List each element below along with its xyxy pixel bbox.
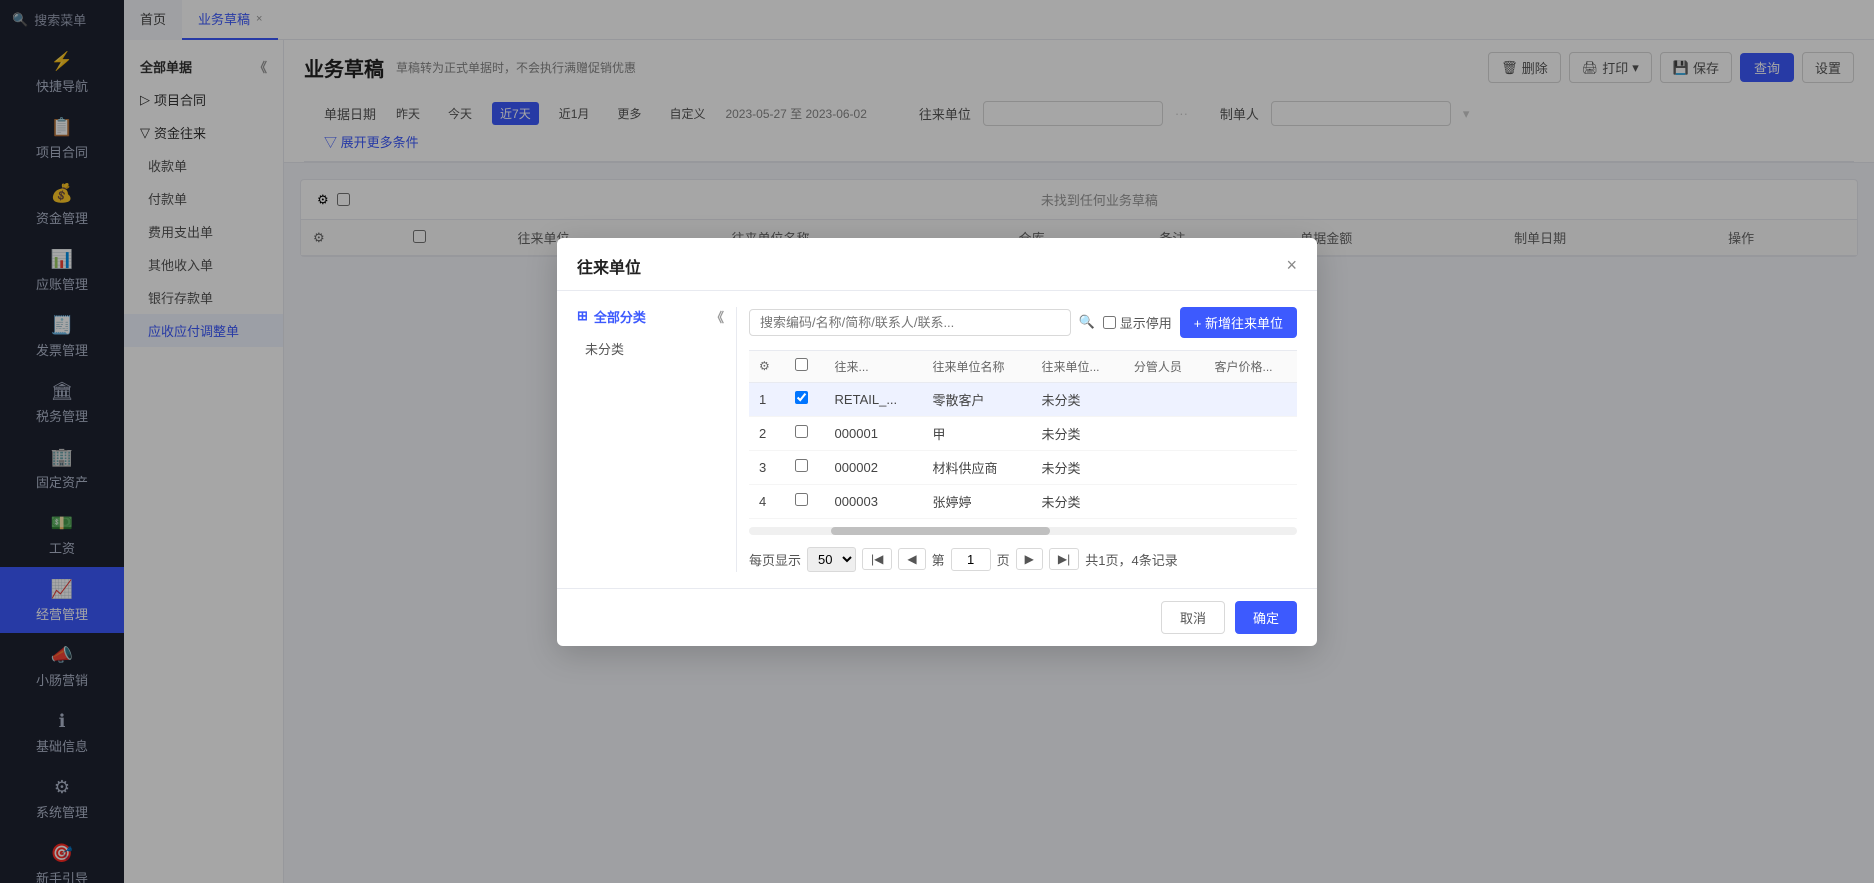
category-title-label: 全部分类 (594, 307, 646, 326)
dialog-body: ⊞ 全部分类 《 未分类 🔍 显示停用 (557, 291, 1317, 588)
row-code: RETAIL_... (825, 382, 923, 416)
th-name: 往来单位名称 (922, 350, 1031, 382)
row-checkbox[interactable] (785, 484, 824, 518)
confirm-button[interactable]: 确定 (1235, 601, 1297, 634)
row-name: 零散客户 (922, 382, 1031, 416)
row-code: 000003 (825, 484, 923, 518)
row-price (1205, 382, 1297, 416)
row-code: 000002 (825, 450, 923, 484)
scrollbar-thumb[interactable] (831, 527, 1050, 535)
table-row[interactable]: 2 000001 甲 未分类 (749, 416, 1297, 450)
th-code: 往来... (825, 350, 923, 382)
show-disabled-label[interactable]: 显示停用 (1103, 313, 1172, 332)
next-page-button[interactable]: ▶ (1016, 548, 1043, 570)
partner-dialog: 往来单位 × ⊞ 全部分类 《 未分类 🔍 (557, 238, 1317, 646)
table-row[interactable]: 1 RETAIL_... 零散客户 未分类 (749, 382, 1297, 416)
dialog-content: ⊞ 全部分类 《 未分类 🔍 显示停用 (577, 307, 1297, 572)
per-page-select[interactable]: 50 (807, 547, 856, 572)
row-manager (1124, 484, 1205, 518)
collapse-cat-icon[interactable]: 《 (711, 307, 724, 326)
th-category: 往来单位... (1031, 350, 1123, 382)
row-name: 甲 (922, 416, 1031, 450)
row-num: 4 (749, 484, 785, 518)
row-manager (1124, 382, 1205, 416)
row-manager (1124, 416, 1205, 450)
th-checkbox (785, 350, 824, 382)
partner-header-checkbox[interactable] (795, 358, 808, 371)
th-manager: 分管人员 (1124, 350, 1205, 382)
partner-table-header: ⚙ 往来... 往来单位名称 往来单位... 分管人员 客户价格... (749, 350, 1297, 382)
row-num: 3 (749, 450, 785, 484)
row-num: 1 (749, 382, 785, 416)
row-price (1205, 484, 1297, 518)
prev-page-button[interactable]: ◀ (898, 548, 925, 570)
add-btn-label: + 新增往来单位 (1194, 313, 1283, 332)
row-checkbox[interactable] (785, 450, 824, 484)
cat-label: 未分类 (585, 342, 624, 357)
table-row[interactable]: 4 000003 张婷婷 未分类 (749, 484, 1297, 518)
page-input[interactable] (951, 548, 991, 571)
category-item-unclassified[interactable]: 未分类 (577, 334, 724, 363)
row-manager (1124, 450, 1205, 484)
jump-page-label: 第 (932, 550, 945, 569)
search-bar: 🔍 显示停用 + 新增往来单位 (749, 307, 1297, 338)
add-partner-button[interactable]: + 新增往来单位 (1180, 307, 1297, 338)
row-category: 未分类 (1031, 382, 1123, 416)
row-price (1205, 450, 1297, 484)
dialog-header: 往来单位 × (557, 238, 1317, 291)
total-label: 共1页，4条记录 (1085, 550, 1177, 569)
category-title: ⊞ 全部分类 《 (577, 307, 724, 326)
search-icon[interactable]: 🔍 (1079, 314, 1095, 330)
horizontal-scrollbar[interactable] (749, 527, 1297, 535)
th-price: 客户价格... (1205, 350, 1297, 382)
grid-icon: ⊞ (577, 308, 588, 324)
row-category: 未分类 (1031, 450, 1123, 484)
show-disabled-text: 显示停用 (1120, 313, 1172, 332)
th-settings: ⚙ (749, 350, 785, 382)
partner-table: ⚙ 往来... 往来单位名称 往来单位... 分管人员 客户价格... 1 (749, 350, 1297, 519)
row-name: 张婷婷 (922, 484, 1031, 518)
category-panel: ⊞ 全部分类 《 未分类 (577, 307, 737, 572)
page-label: 页 (997, 550, 1010, 569)
row-num: 2 (749, 416, 785, 450)
dialog-footer: 取消 确定 (557, 588, 1317, 646)
row-code: 000001 (825, 416, 923, 450)
per-page-label: 每页显示 (749, 550, 801, 569)
dialog-close-button[interactable]: × (1286, 255, 1297, 276)
row-checkbox[interactable] (785, 416, 824, 450)
row-price (1205, 416, 1297, 450)
cancel-button[interactable]: 取消 (1161, 601, 1225, 634)
last-page-button[interactable]: ▶| (1049, 548, 1079, 570)
table-row[interactable]: 3 000002 材料供应商 未分类 (749, 450, 1297, 484)
pagination: 每页显示 50 |◀ ◀ 第 页 ▶ ▶| 共1页，4条记录 (749, 547, 1297, 572)
row-name: 材料供应商 (922, 450, 1031, 484)
show-disabled-checkbox[interactable] (1103, 316, 1116, 329)
dialog-right-panel: 🔍 显示停用 + 新增往来单位 ⚙ 往来... (737, 307, 1297, 572)
row-checkbox[interactable] (785, 382, 824, 416)
dialog-title: 往来单位 (577, 254, 641, 278)
row-category: 未分类 (1031, 416, 1123, 450)
first-page-button[interactable]: |◀ (862, 548, 892, 570)
row-category: 未分类 (1031, 484, 1123, 518)
search-input[interactable] (749, 309, 1071, 336)
